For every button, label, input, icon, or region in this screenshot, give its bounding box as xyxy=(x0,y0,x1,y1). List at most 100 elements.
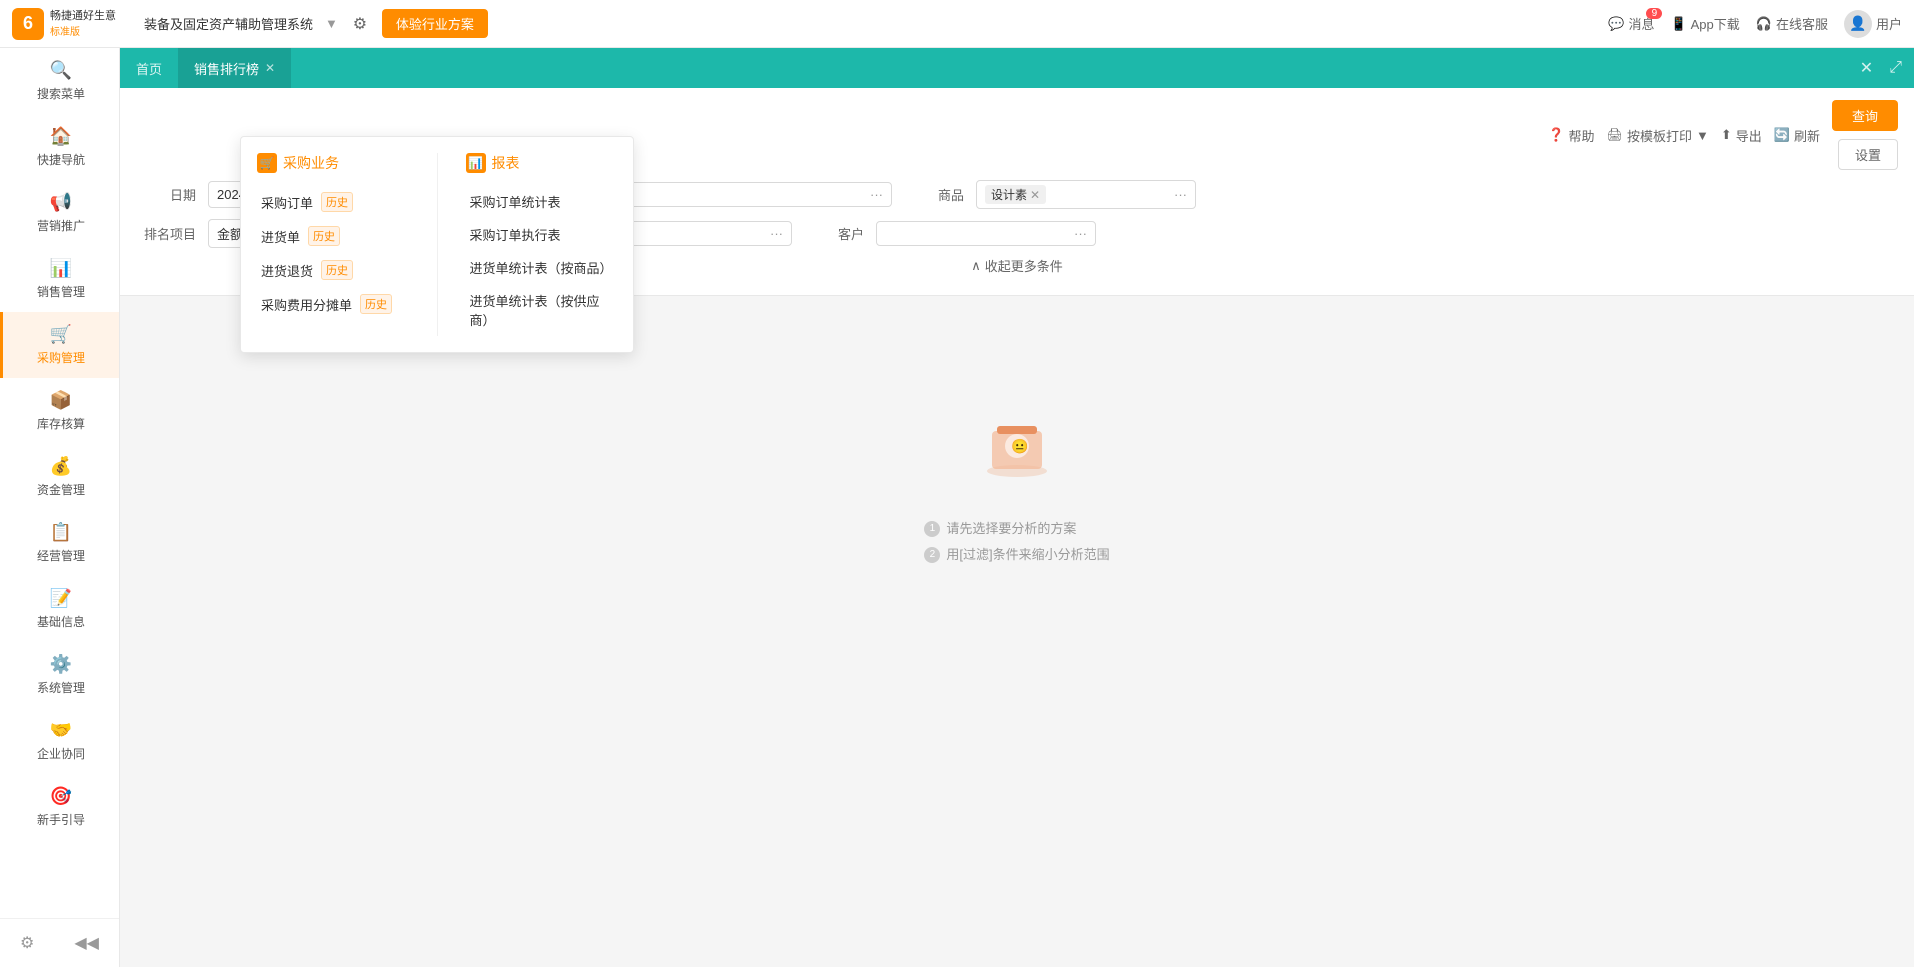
customer-label: 客户 xyxy=(804,224,864,243)
query-button[interactable]: 查询 xyxy=(1832,100,1898,131)
setting-button[interactable]: 设置 xyxy=(1838,139,1898,170)
svg-text:😐: 😐 xyxy=(1011,438,1028,454)
finance-icon: 💰 xyxy=(50,456,72,477)
header-right: 💬 消息 9 📱 App下载 🎧 在线客服 👤 用户 xyxy=(1608,10,1902,38)
sidebar-bottom: ⚙ ◀◀ xyxy=(0,918,119,967)
user-menu[interactable]: 👤 用户 xyxy=(1844,10,1902,38)
header-middle: 装备及固定资产辅助管理系统 ▼ ⚙ 体验行业方案 xyxy=(132,9,1608,38)
purchase-icon: 🛒 xyxy=(50,324,72,345)
sidebar-item-marketing[interactable]: 📢 营销推广 xyxy=(0,180,119,246)
collapse-sidebar-button[interactable]: ◀◀ xyxy=(70,929,103,957)
settings-bottom-button[interactable]: ⚙ xyxy=(16,929,38,957)
operation-icon: 📋 xyxy=(50,522,72,543)
tip-num-2: 2 xyxy=(924,547,940,563)
history-badge-4: 历史 xyxy=(360,294,392,314)
message-button[interactable]: 💬 消息 9 xyxy=(1608,14,1654,33)
customer-dots: ··· xyxy=(1074,226,1087,241)
sidebar-label-operation: 经营管理 xyxy=(37,547,85,564)
tab-sales-rank-label: 销售排行榜 xyxy=(194,59,259,78)
menu-item-purchase-order-stat[interactable]: 采购订单统计表 xyxy=(466,185,618,218)
purchase-section-icon: 🛒 xyxy=(257,153,277,173)
refresh-button[interactable]: 🔄 刷新 xyxy=(1774,126,1820,145)
menu-item-inbound-stat-supplier[interactable]: 进货单统计表（按供应商） xyxy=(466,284,618,336)
logo-badge: 标准版 xyxy=(50,23,116,38)
menu-item-inbound[interactable]: 进货单 历史 xyxy=(257,219,409,253)
logo-text-block: 畅捷通好生意 标准版 xyxy=(50,9,116,38)
phone-icon: 📱 xyxy=(1670,16,1686,32)
history-badge-3: 历史 xyxy=(321,260,353,280)
empty-tip-1: 1 请先选择要分析的方案 xyxy=(924,516,1109,542)
sidebar-item-finance[interactable]: 💰 资金管理 xyxy=(0,444,119,510)
collapse-button[interactable]: ∧ 收起更多条件 xyxy=(971,256,1063,275)
sidebar-label-basic: 基础信息 xyxy=(37,613,85,630)
sidebar-item-system[interactable]: ⚙️ 系统管理 xyxy=(0,642,119,708)
sidebar-label-marketing: 营销推广 xyxy=(37,217,85,234)
report-section: 📊 报表 采购订单统计表 采购订单执行表 进货单统计表（按商品） 进货单统计表（… xyxy=(466,153,618,336)
sidebar-label-system: 系统管理 xyxy=(37,679,85,696)
online-service-button[interactable]: 🎧 在线客服 xyxy=(1756,14,1828,33)
basic-icon: 📝 xyxy=(50,588,72,609)
status-control[interactable]: ··· xyxy=(612,182,892,207)
marketing-icon: 📢 xyxy=(50,192,72,213)
sidebar-item-collab[interactable]: 🤝 企业协同 xyxy=(0,708,119,774)
help-button[interactable]: ❓ 帮助 xyxy=(1548,126,1594,145)
sidebar-item-newbie[interactable]: 🎯 新手引导 xyxy=(0,774,119,840)
tab-home-label: 首页 xyxy=(136,59,162,78)
tip-num-1: 1 xyxy=(924,521,940,537)
tab-home[interactable]: 首页 xyxy=(120,48,178,88)
industry-button[interactable]: 体验行业方案 xyxy=(382,9,488,38)
app-download-button[interactable]: 📱 App下载 xyxy=(1670,14,1739,33)
sidebar-label-newbie: 新手引导 xyxy=(37,811,85,828)
sidebar-item-basic[interactable]: 📝 基础信息 xyxy=(0,576,119,642)
empty-tips: 1 请先选择要分析的方案 2 用[过滤]条件来缩小分析范围 xyxy=(924,516,1109,568)
sidebar-item-inventory[interactable]: 📦 库存核算 xyxy=(0,378,119,444)
menu-item-inbound-return[interactable]: 进货退货 历史 xyxy=(257,253,409,287)
logo-icon: 6 xyxy=(12,8,44,40)
main-layout: 🔍 搜索菜单 🏠 快捷导航 📢 营销推广 📊 销售管理 🛒 采购管理 📦 库存核… xyxy=(0,48,1914,967)
tab-close-icon[interactable]: ✕ xyxy=(265,61,275,75)
goods-dots: ··· xyxy=(1174,187,1187,202)
purchase-section-title: 🛒 采购业务 xyxy=(257,153,409,173)
sidebar-label-inventory: 库存核算 xyxy=(37,415,85,432)
tab-close-window-button[interactable]: ✕ xyxy=(1856,54,1877,82)
sidebar-item-quick[interactable]: 🏠 快捷导航 xyxy=(0,114,119,180)
sidebar-label-sales: 销售管理 xyxy=(37,283,85,300)
date-label: 日期 xyxy=(136,185,196,204)
sidebar-label-finance: 资金管理 xyxy=(37,481,85,498)
tab-bar-actions: ✕ ⤢ xyxy=(1856,54,1914,82)
sidebar-item-purchase[interactable]: 🛒 采购管理 xyxy=(0,312,119,378)
sidebar-item-sales[interactable]: 📊 销售管理 xyxy=(0,246,119,312)
menu-item-inbound-stat-goods[interactable]: 进货单统计表（按商品） xyxy=(466,251,618,284)
export-button[interactable]: ⬆ 导出 xyxy=(1721,126,1762,145)
goods-tag-remove[interactable]: ✕ xyxy=(1030,188,1040,202)
sales-icon: 📊 xyxy=(50,258,72,279)
collapse-up-icon: ∧ xyxy=(971,258,981,274)
print-dropdown-icon: ▼ xyxy=(1696,128,1709,143)
tab-sales-rank[interactable]: 销售排行榜 ✕ xyxy=(178,48,291,88)
history-badge-2: 历史 xyxy=(308,226,340,246)
user-avatar: 👤 xyxy=(1844,10,1872,38)
message-icon: 💬 xyxy=(1608,16,1624,32)
menu-item-purchase-order[interactable]: 采购订单 历史 xyxy=(257,185,409,219)
tab-bar: 首页 销售排行榜 ✕ ✕ ⤢ xyxy=(120,48,1914,88)
goods-label: 商品 xyxy=(904,185,964,204)
empty-illustration: 😐 xyxy=(967,396,1067,496)
status-dots: ··· xyxy=(870,187,883,202)
menu-item-purchase-order-exec[interactable]: 采购订单执行表 xyxy=(466,218,618,251)
newbie-icon: 🎯 xyxy=(50,786,72,807)
print-icon: 🖨 xyxy=(1606,127,1623,143)
tab-maximize-button[interactable]: ⤢ xyxy=(1885,55,1906,81)
sidebar-item-search[interactable]: 🔍 搜索菜单 xyxy=(0,48,119,114)
gear-button[interactable]: ⚙ xyxy=(346,10,374,38)
goods-control[interactable]: 设计素 ✕ ··· xyxy=(976,180,1196,209)
customer-control[interactable]: ··· xyxy=(876,221,1096,246)
purchase-dropdown-menu: 🛒 采购业务 采购订单 历史 进货单 历史 进货退货 历史 采购费用分摊单 xyxy=(240,136,634,353)
print-button[interactable]: 🖨 按模板打印 ▼ xyxy=(1606,126,1708,145)
sidebar-label-quick: 快捷导航 xyxy=(37,151,85,168)
history-badge-1: 历史 xyxy=(321,192,353,212)
menu-item-purchase-expense[interactable]: 采购费用分摊单 历史 xyxy=(257,287,409,321)
home-icon: 🏠 xyxy=(50,126,72,147)
search-icon: 🔍 xyxy=(50,60,72,81)
sidebar-item-operation[interactable]: 📋 经营管理 xyxy=(0,510,119,576)
system-dropdown-icon[interactable]: ▼ xyxy=(325,16,338,31)
